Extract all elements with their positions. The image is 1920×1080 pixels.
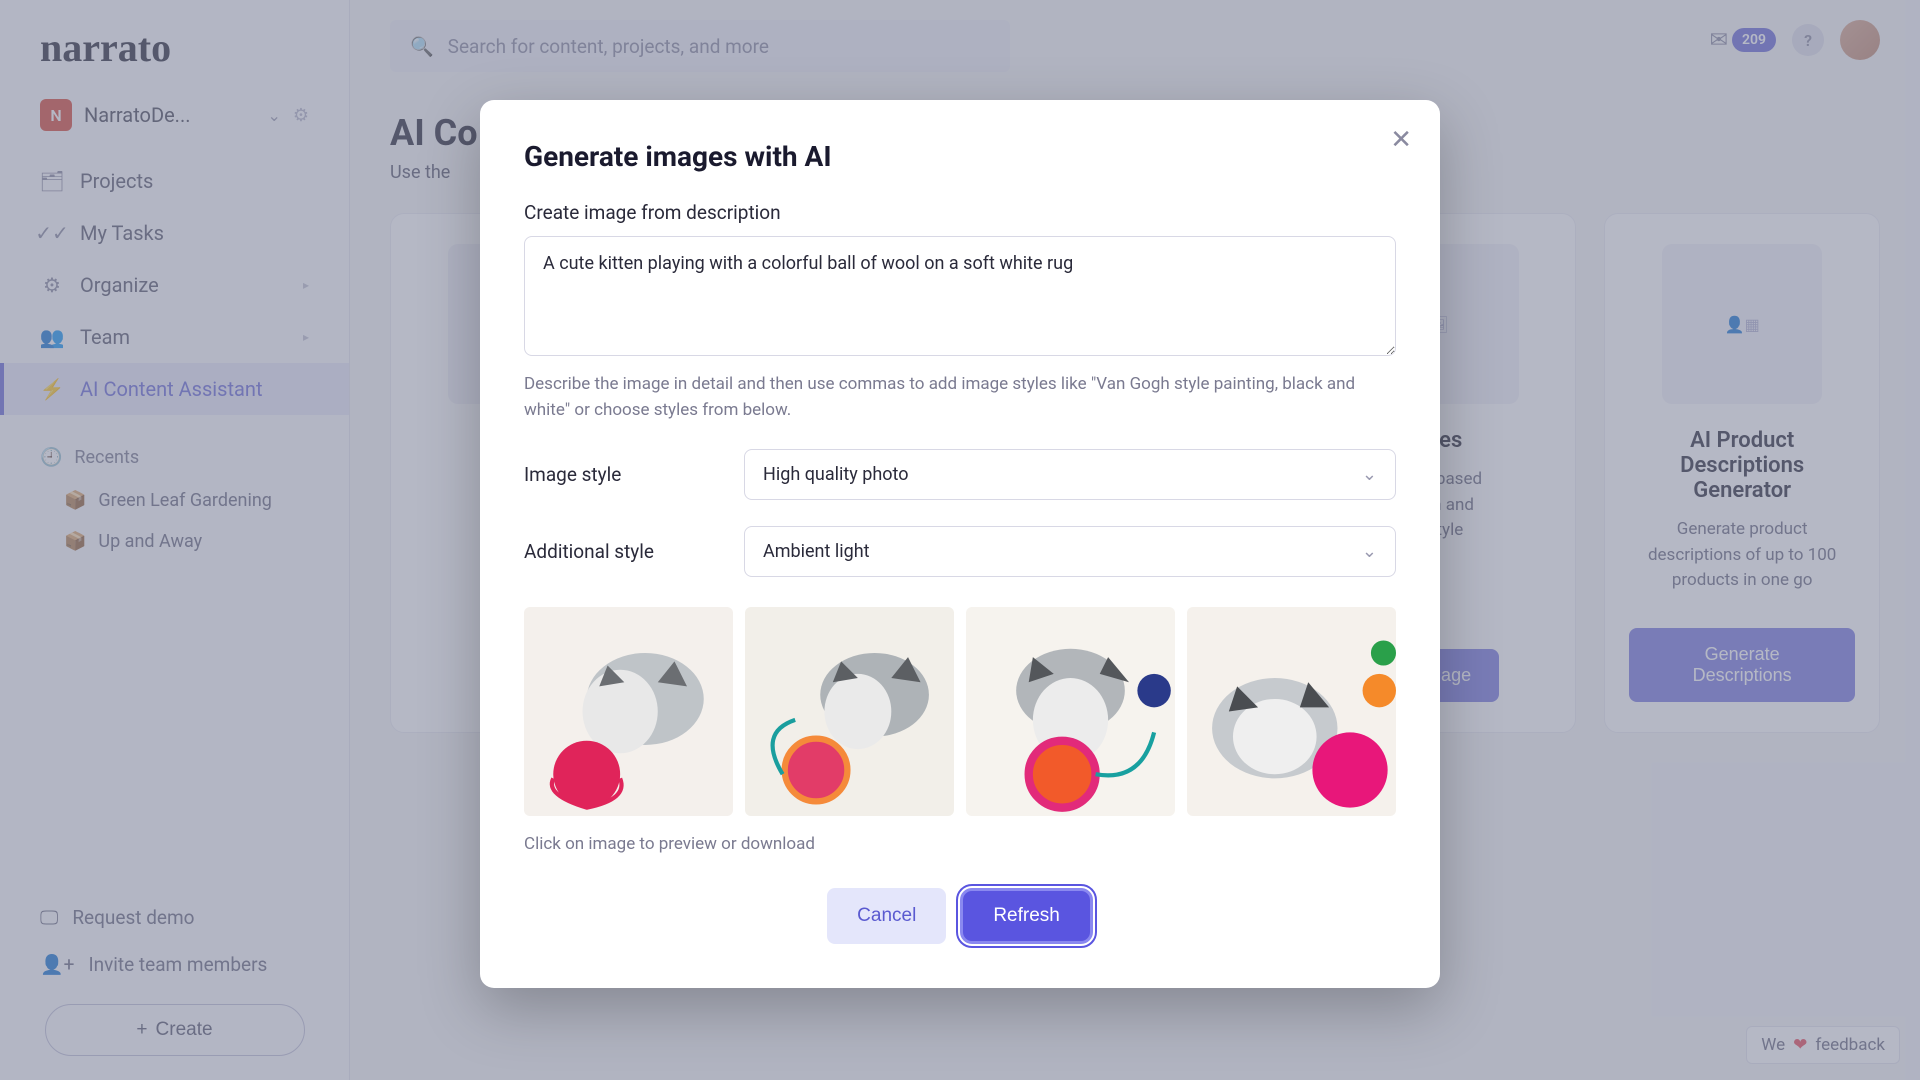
thumbnail-help: Click on image to preview or download	[524, 834, 1396, 854]
chevron-down-icon: ⌄	[1362, 541, 1377, 562]
generated-image-4[interactable]	[1187, 607, 1396, 816]
image-style-select[interactable]: High quality photo ⌄	[744, 449, 1396, 500]
modal-title: Generate images with AI	[524, 140, 1396, 173]
generate-images-modal: ✕ Generate images with AI Create image f…	[480, 100, 1440, 988]
modal-overlay: ✕ Generate images with AI Create image f…	[0, 0, 1920, 1080]
additional-style-label: Additional style	[524, 540, 704, 563]
description-input[interactable]	[524, 236, 1396, 356]
description-help: Describe the image in detail and then us…	[524, 372, 1396, 423]
refresh-button[interactable]: Refresh	[960, 888, 1093, 944]
generated-image-2[interactable]	[745, 607, 954, 816]
additional-style-select[interactable]: Ambient light ⌄	[744, 526, 1396, 577]
generated-thumbnails	[524, 607, 1396, 816]
chevron-down-icon: ⌄	[1362, 464, 1377, 485]
close-icon: ✕	[1390, 124, 1412, 154]
select-value: High quality photo	[763, 464, 909, 485]
image-style-label: Image style	[524, 463, 704, 486]
modal-actions: Cancel Refresh	[524, 888, 1396, 944]
cancel-button[interactable]: Cancel	[827, 888, 946, 944]
select-value: Ambient light	[763, 541, 870, 562]
close-button[interactable]: ✕	[1390, 124, 1412, 155]
generated-image-1[interactable]	[524, 607, 733, 816]
generated-image-3[interactable]	[966, 607, 1175, 816]
description-label: Create image from description	[524, 201, 1396, 224]
